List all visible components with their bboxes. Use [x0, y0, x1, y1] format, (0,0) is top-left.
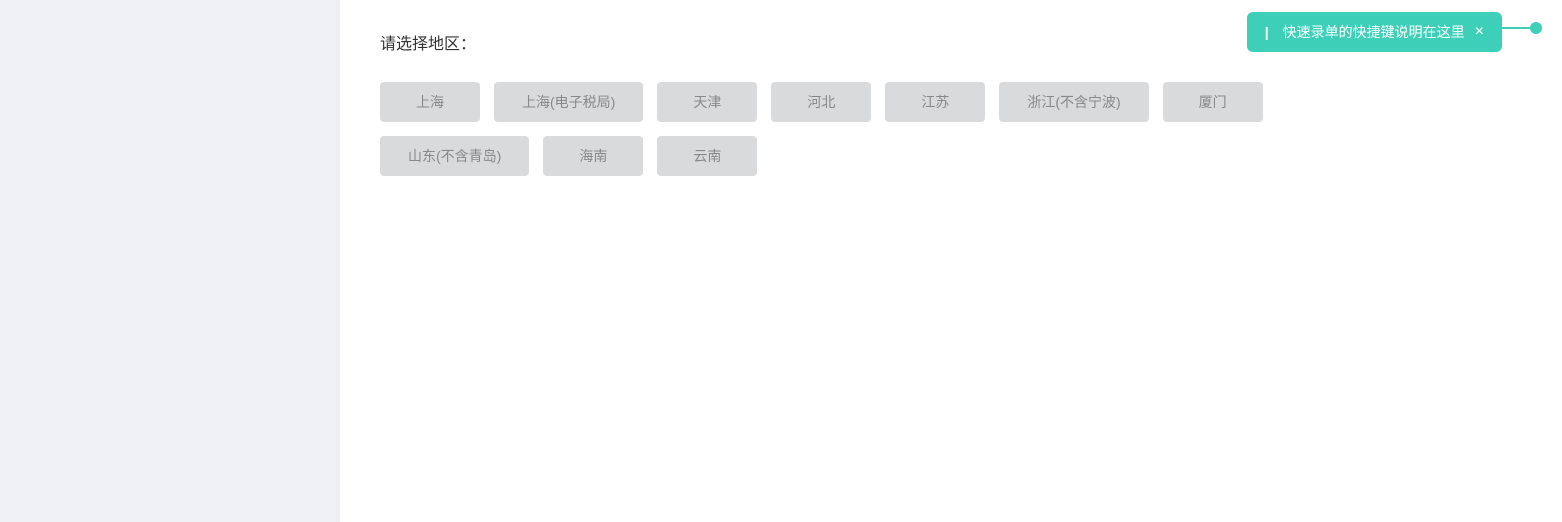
- region-buttons: 上海 上海(电子税局) 天津 河北 江苏 浙江(不含宁波) 厦门: [380, 82, 1522, 122]
- sidebar: [0, 0, 340, 522]
- region-btn-shanghai-etax[interactable]: 上海(电子税局): [494, 82, 643, 122]
- region-btn-yunnan[interactable]: 云南: [657, 136, 757, 176]
- tooltip-connector-dot: [1530, 22, 1542, 34]
- region-btn-hebei[interactable]: 河北: [771, 82, 871, 122]
- main-content: 请选择地区： 上海 上海(电子税局) 天津 河北 江苏 浙江(不含宁波) 厦门 …: [340, 0, 1562, 522]
- tooltip-text: 快速录单的快捷键说明在这里: [1283, 22, 1465, 42]
- region-btn-tianjin[interactable]: 天津: [657, 82, 757, 122]
- region-btn-xiamen[interactable]: 厦门: [1163, 82, 1263, 122]
- tooltip-connector-line: [1502, 27, 1530, 29]
- region-btn-jiangsu[interactable]: 江苏: [885, 82, 985, 122]
- region-buttons-row2: 山东(不含青岛) 海南 云南: [380, 136, 1522, 176]
- region-btn-hainan[interactable]: 海南: [543, 136, 643, 176]
- tooltip-banner: 快速录单的快捷键说明在这里 ×: [1247, 12, 1502, 52]
- tooltip-close-button[interactable]: ×: [1475, 24, 1484, 40]
- region-btn-shandong[interactable]: 山东(不含青岛): [380, 136, 529, 176]
- region-btn-shanghai[interactable]: 上海: [380, 82, 480, 122]
- region-btn-zhejiang[interactable]: 浙江(不含宁波): [999, 82, 1148, 122]
